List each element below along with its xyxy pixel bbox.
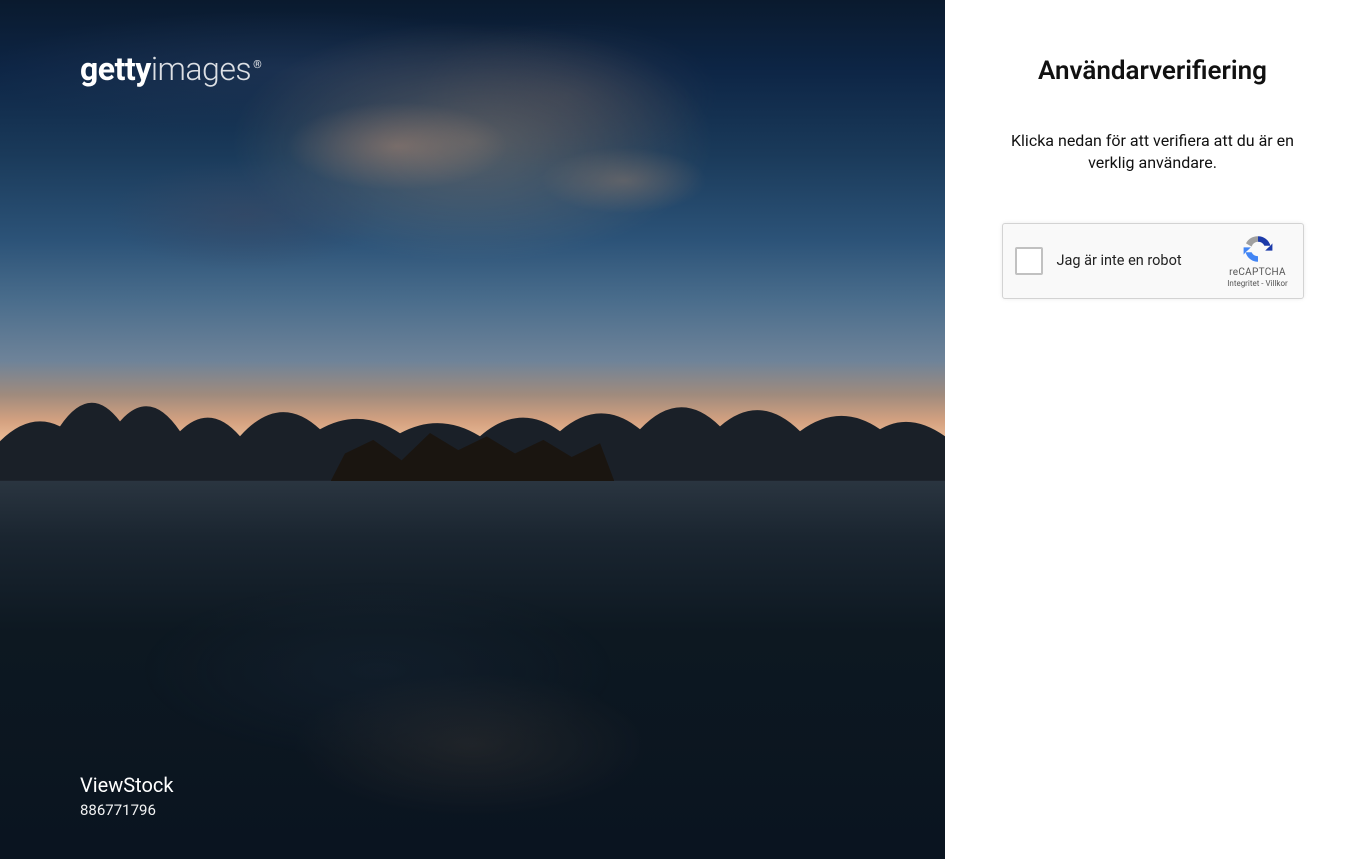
recaptcha-legal-links: Integritet - Villkor xyxy=(1225,279,1291,288)
recaptcha-checkbox[interactable] xyxy=(1015,247,1043,275)
recaptcha-badge: reCAPTCHA Integritet - Villkor xyxy=(1225,233,1291,288)
credit-image-id: 886771796 xyxy=(80,801,173,819)
logo-part-getty: getty xyxy=(80,50,151,88)
verification-instruction: Klicka nedan för att verifiera att du är… xyxy=(985,130,1320,175)
registered-mark: ® xyxy=(253,58,261,71)
recaptcha-privacy-link[interactable]: Integritet xyxy=(1227,279,1259,288)
recaptcha-terms-link[interactable]: Villkor xyxy=(1266,279,1288,288)
page-title: Användarverifiering xyxy=(1038,56,1267,86)
clouds xyxy=(95,43,851,387)
logo-part-images: images xyxy=(151,50,251,88)
hero-image-panel: gettyimages® ViewStock 886771796 xyxy=(0,0,945,859)
credit-author: ViewStock xyxy=(80,773,173,797)
recaptcha-brand-text: reCAPTCHA xyxy=(1225,267,1291,278)
gettyimages-logo: gettyimages® xyxy=(80,50,261,88)
recaptcha-label: Jag är inte en robot xyxy=(1057,252,1225,269)
verification-panel: Användarverifiering Klicka nedan för att… xyxy=(945,0,1360,859)
recaptcha-icon xyxy=(1242,233,1274,265)
image-credit: ViewStock 886771796 xyxy=(80,773,173,819)
recaptcha-widget: Jag är inte en robot reCAPTCHA Integrite… xyxy=(1002,223,1304,299)
